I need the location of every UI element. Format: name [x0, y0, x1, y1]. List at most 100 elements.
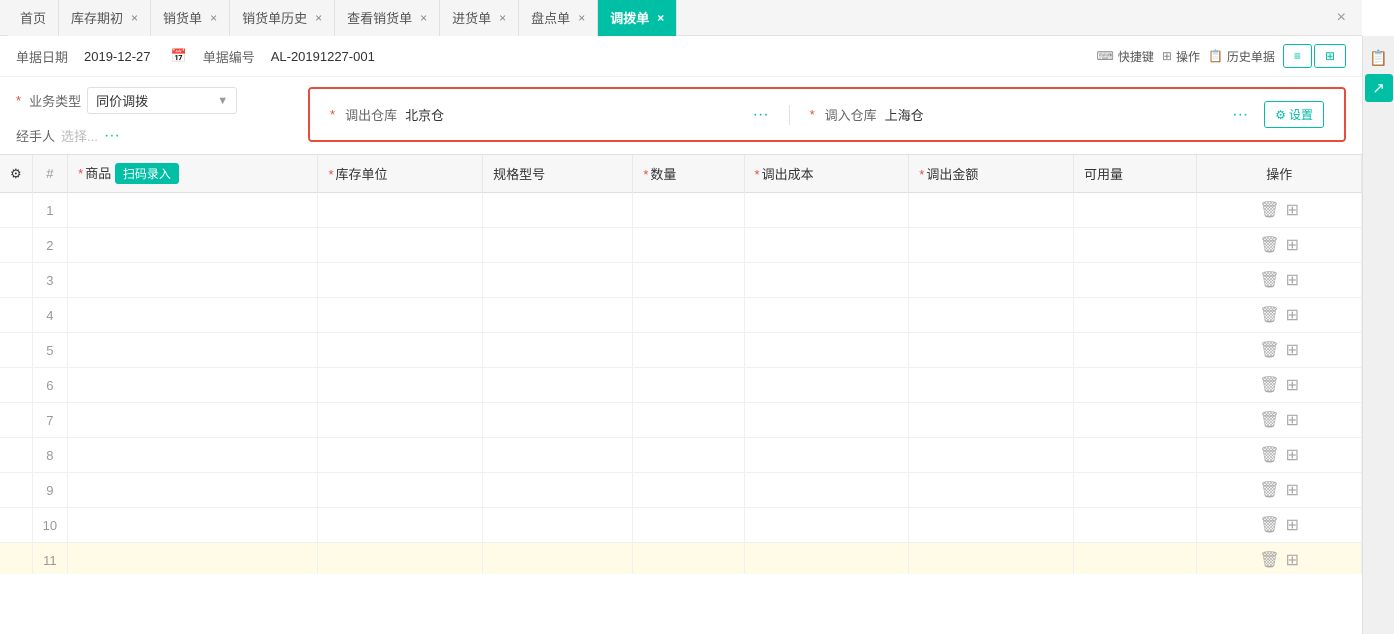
- delete-icon-3[interactable]: 🗑: [1259, 270, 1279, 290]
- layout-btn-2[interactable]: ⊞: [1314, 44, 1346, 68]
- delete-icon-10[interactable]: 🗑: [1259, 515, 1279, 535]
- cell-amount-8[interactable]: [909, 438, 1074, 473]
- cell-spec-7[interactable]: [483, 403, 633, 438]
- copy-icon-10[interactable]: ⊞: [1286, 515, 1299, 535]
- cell-available-2[interactable]: [1073, 228, 1196, 263]
- cell-qty-2[interactable]: [633, 228, 744, 263]
- cell-amount-6[interactable]: [909, 368, 1074, 403]
- cell-unit-10[interactable]: [318, 508, 483, 543]
- close-tab-sales-history[interactable]: ×: [315, 11, 322, 25]
- close-tab-purchase[interactable]: ×: [499, 11, 506, 25]
- cell-product-1[interactable]: [68, 193, 318, 228]
- cell-qty-11[interactable]: [633, 543, 744, 575]
- cell-qty-8[interactable]: [633, 438, 744, 473]
- cell-qty-9[interactable]: [633, 473, 744, 508]
- tab-home[interactable]: 首页: [8, 0, 59, 36]
- cell-cost-5[interactable]: [744, 333, 909, 368]
- copy-icon-4[interactable]: ⊞: [1286, 305, 1299, 325]
- copy-icon-2[interactable]: ⊞: [1286, 235, 1299, 255]
- close-tab-transfer[interactable]: ×: [657, 11, 664, 25]
- cell-product-9[interactable]: [68, 473, 318, 508]
- cell-unit-6[interactable]: [318, 368, 483, 403]
- tab-stocktake[interactable]: 盘点单 ×: [519, 0, 598, 36]
- cell-product-5[interactable]: [68, 333, 318, 368]
- tab-transfer[interactable]: 调拨单 ×: [598, 0, 677, 36]
- delete-icon-2[interactable]: 🗑: [1259, 235, 1279, 255]
- cell-spec-2[interactable]: [483, 228, 633, 263]
- tab-purchase[interactable]: 进货单 ×: [440, 0, 519, 36]
- sidebar-doc-icon[interactable]: 📋: [1365, 44, 1393, 72]
- cell-cost-4[interactable]: [744, 298, 909, 333]
- delete-icon-6[interactable]: 🗑: [1259, 375, 1279, 395]
- cell-amount-5[interactable]: [909, 333, 1074, 368]
- delete-icon-4[interactable]: 🗑: [1259, 305, 1279, 325]
- cell-amount-3[interactable]: [909, 263, 1074, 298]
- person-placeholder[interactable]: 选择...: [61, 126, 98, 145]
- cell-amount-7[interactable]: [909, 403, 1074, 438]
- cell-available-8[interactable]: [1073, 438, 1196, 473]
- cell-cost-9[interactable]: [744, 473, 909, 508]
- cell-available-1[interactable]: [1073, 193, 1196, 228]
- copy-icon-7[interactable]: ⊞: [1286, 410, 1299, 430]
- sidebar-link-icon[interactable]: ↗: [1365, 74, 1393, 102]
- copy-icon-9[interactable]: ⊞: [1286, 480, 1299, 500]
- settings-icon[interactable]: ⚙: [10, 166, 22, 181]
- cell-spec-6[interactable]: [483, 368, 633, 403]
- cell-available-6[interactable]: [1073, 368, 1196, 403]
- cell-spec-8[interactable]: [483, 438, 633, 473]
- cell-product-8[interactable]: [68, 438, 318, 473]
- cell-product-4[interactable]: [68, 298, 318, 333]
- delete-icon-11[interactable]: 🗑: [1259, 550, 1279, 570]
- copy-icon-8[interactable]: ⊞: [1286, 445, 1299, 465]
- close-tab-inventory-init[interactable]: ×: [131, 11, 138, 25]
- tab-sales-history[interactable]: 销货单历史 ×: [230, 0, 335, 36]
- close-tab-view-sales[interactable]: ×: [420, 11, 427, 25]
- cell-available-3[interactable]: [1073, 263, 1196, 298]
- cell-spec-11[interactable]: [483, 543, 633, 575]
- cell-cost-6[interactable]: [744, 368, 909, 403]
- history-action[interactable]: 📋 历史单据: [1208, 48, 1275, 65]
- tab-view-sales[interactable]: 查看销货单 ×: [335, 0, 440, 36]
- cell-cost-11[interactable]: [744, 543, 909, 575]
- cell-amount-9[interactable]: [909, 473, 1074, 508]
- cell-unit-8[interactable]: [318, 438, 483, 473]
- cell-unit-7[interactable]: [318, 403, 483, 438]
- calendar-icon[interactable]: 📅: [171, 48, 187, 64]
- cell-amount-10[interactable]: [909, 508, 1074, 543]
- cell-amount-2[interactable]: [909, 228, 1074, 263]
- delete-icon-8[interactable]: 🗑: [1259, 445, 1279, 465]
- layout-btn-1[interactable]: ≡: [1283, 44, 1312, 68]
- cell-cost-10[interactable]: [744, 508, 909, 543]
- cell-available-7[interactable]: [1073, 403, 1196, 438]
- cell-spec-9[interactable]: [483, 473, 633, 508]
- cell-cost-2[interactable]: [744, 228, 909, 263]
- cell-unit-11[interactable]: [318, 543, 483, 575]
- close-tab-stocktake[interactable]: ×: [578, 11, 585, 25]
- cell-qty-5[interactable]: [633, 333, 744, 368]
- copy-icon-6[interactable]: ⊞: [1286, 375, 1299, 395]
- cell-qty-3[interactable]: [633, 263, 744, 298]
- tab-inventory-init[interactable]: 库存期初 ×: [59, 0, 151, 36]
- biz-type-select[interactable]: 同价调拨 ▼: [87, 87, 237, 114]
- cell-unit-3[interactable]: [318, 263, 483, 298]
- cell-spec-10[interactable]: [483, 508, 633, 543]
- copy-icon-1[interactable]: ⊞: [1286, 200, 1299, 220]
- cell-qty-4[interactable]: [633, 298, 744, 333]
- cell-available-4[interactable]: [1073, 298, 1196, 333]
- cell-product-2[interactable]: [68, 228, 318, 263]
- cell-spec-5[interactable]: [483, 333, 633, 368]
- cell-unit-1[interactable]: [318, 193, 483, 228]
- th-settings[interactable]: ⚙: [0, 155, 32, 193]
- cell-cost-8[interactable]: [744, 438, 909, 473]
- operation-action[interactable]: ⊞ 操作: [1162, 48, 1200, 65]
- cell-spec-4[interactable]: [483, 298, 633, 333]
- close-tab-sales-order[interactable]: ×: [210, 11, 217, 25]
- copy-icon-11[interactable]: ⊞: [1286, 550, 1299, 570]
- person-more-icon[interactable]: ···: [104, 127, 120, 145]
- copy-icon-3[interactable]: ⊞: [1286, 270, 1299, 290]
- tab-sales-order[interactable]: 销货单 ×: [151, 0, 230, 36]
- cell-unit-4[interactable]: [318, 298, 483, 333]
- cell-product-11[interactable]: [68, 543, 318, 575]
- delete-icon-5[interactable]: 🗑: [1259, 340, 1279, 360]
- cell-qty-7[interactable]: [633, 403, 744, 438]
